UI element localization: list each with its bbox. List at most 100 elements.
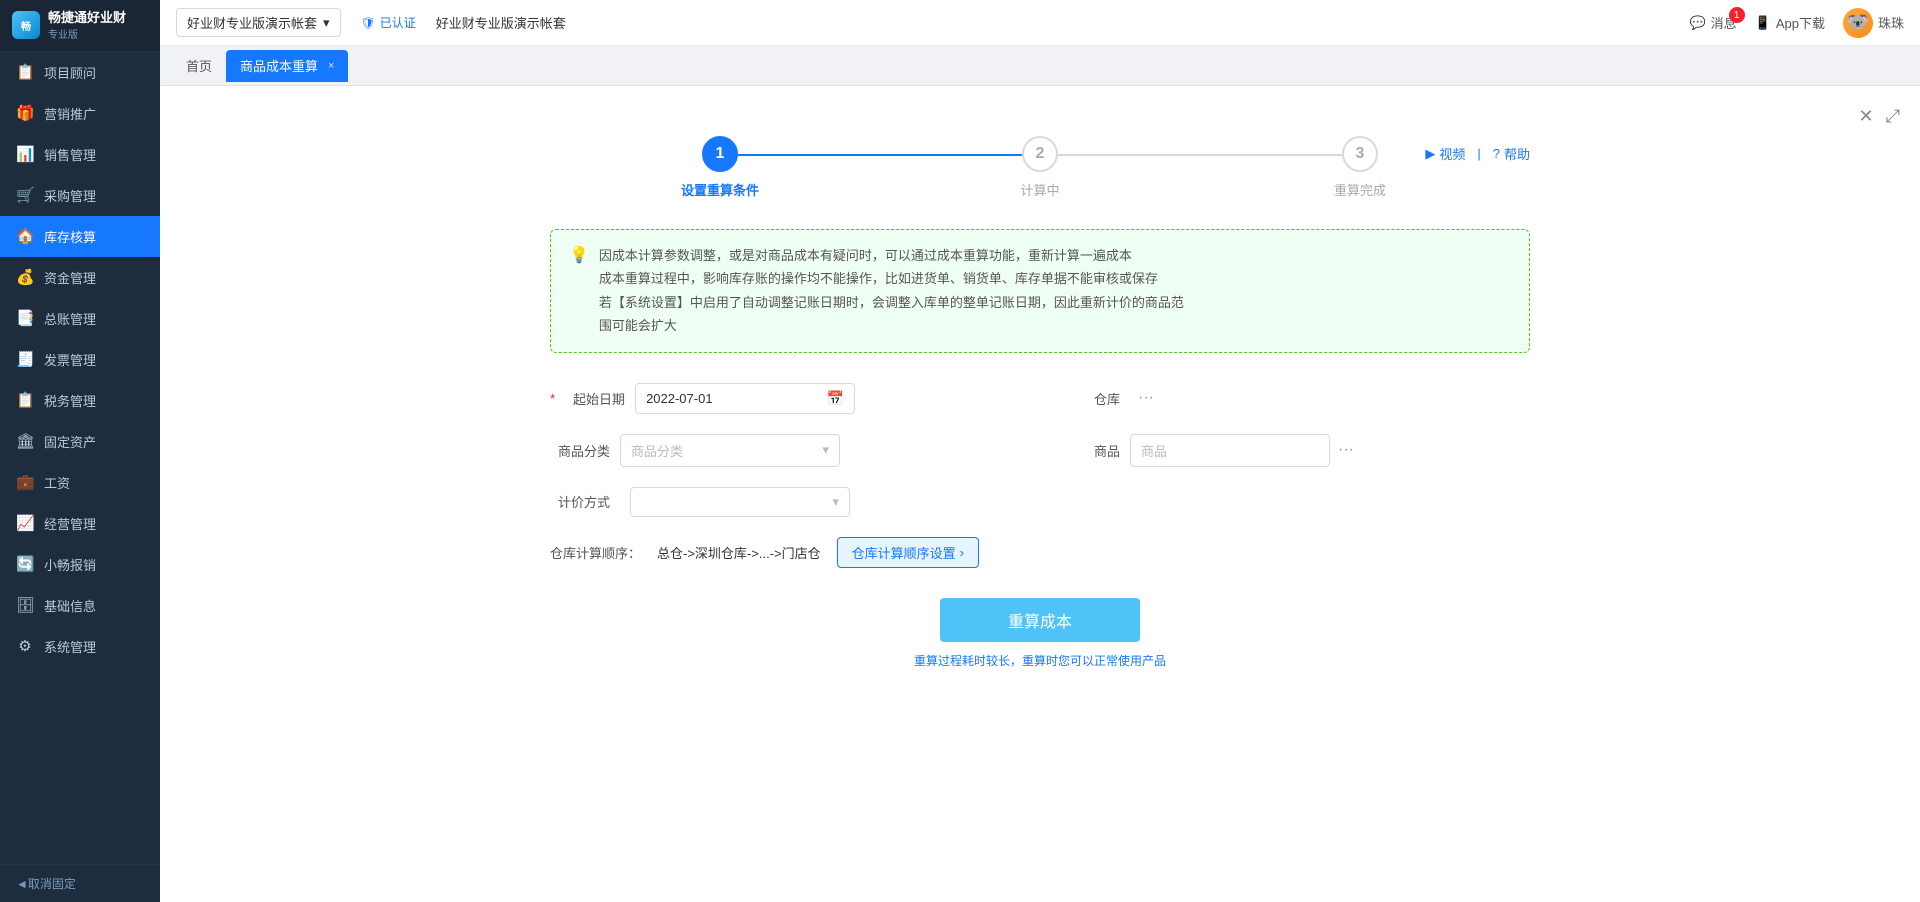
- app-download-label: App下载: [1776, 13, 1825, 32]
- sidebar-item-label: 资金管理: [44, 268, 96, 287]
- play-icon: ▶: [1425, 146, 1435, 162]
- tab-cost-recalc[interactable]: 商品成本重算 ×: [226, 50, 348, 82]
- sidebar-nav: 📋 项目顾问 🎁 营销推广 📊 销售管理 🛒 采购管理 🏠 库存核算 💰 资金管…: [0, 52, 160, 864]
- tab-home[interactable]: 首页: [172, 50, 226, 82]
- sidebar-item-label: 采购管理: [44, 186, 96, 205]
- product-input[interactable]: 商品: [1130, 434, 1330, 467]
- account-selector[interactable]: 好业财专业版演示帐套 ▾: [176, 8, 341, 37]
- system-icon: ⚙: [16, 637, 34, 655]
- user-menu[interactable]: 🐨 珠珠: [1843, 8, 1904, 38]
- app-subtitle: 专业版: [48, 26, 126, 41]
- product-label: 商品: [1060, 441, 1120, 460]
- help-label: 帮助: [1504, 144, 1530, 163]
- help-icon: ?: [1493, 146, 1500, 161]
- warehouse-order-value: 总仓->深圳仓库->...->门店仓: [657, 543, 821, 562]
- category-select[interactable]: 商品分类 ▾: [620, 434, 840, 467]
- assets-icon: 🏛: [16, 432, 34, 450]
- tab-close-icon[interactable]: ×: [328, 60, 334, 72]
- sidebar-item-finance[interactable]: 💰 资金管理: [0, 257, 160, 298]
- company-name: 好业财专业版演示帐套: [436, 13, 566, 32]
- sidebar-item-sales[interactable]: 📊 销售管理: [0, 134, 160, 175]
- app-logo: 畅: [12, 11, 40, 39]
- sidebar-item-label: 项目顾问: [44, 63, 96, 82]
- calendar-icon: 📅: [827, 390, 844, 407]
- sidebar-item-label: 工资: [44, 473, 70, 492]
- product-field: 商品 商品 ···: [1060, 434, 1530, 467]
- product-dots-button[interactable]: ···: [1330, 437, 1362, 463]
- marketing-icon: 🎁: [16, 104, 34, 122]
- recalculate-button[interactable]: 重算成本: [940, 598, 1140, 642]
- sidebar-item-purchase[interactable]: 🛒 采购管理: [0, 175, 160, 216]
- sidebar-item-assets[interactable]: 🏛 固定资产: [0, 421, 160, 462]
- info-line3: 若【系统设置】中启用了自动调整记账日期时，会调整入库单的整单记账日期，因此重新计…: [599, 291, 1184, 314]
- app-download-button[interactable]: 📱 App下载: [1755, 13, 1825, 32]
- project-icon: 📋: [16, 63, 34, 81]
- operation-icon: 📈: [16, 514, 34, 532]
- accounting-icon: 📑: [16, 309, 34, 327]
- inventory-icon: 🏠: [16, 227, 34, 245]
- sidebar-item-label: 系统管理: [44, 637, 96, 656]
- form-row-1: * 起始日期 2022-07-01 📅 仓库 ···: [550, 383, 1530, 414]
- sidebar-item-expense[interactable]: 🔄 小畅报销: [0, 544, 160, 585]
- finance-icon: 💰: [16, 268, 34, 286]
- user-name: 珠珠: [1878, 13, 1904, 32]
- sidebar-item-basic[interactable]: 🗄 基础信息: [0, 585, 160, 626]
- close-page-button[interactable]: ✕: [1855, 102, 1878, 131]
- unpin-button[interactable]: ◄取消固定: [0, 864, 160, 902]
- recalculate-section: 重算成本 重算过程耗时较长，重算时您可以正常使用产品: [550, 598, 1530, 669]
- sidebar-item-label: 销售管理: [44, 145, 96, 164]
- tab-home-label: 首页: [186, 56, 212, 75]
- avatar: 🐨: [1843, 8, 1873, 38]
- message-button[interactable]: 💬 消息 1: [1689, 13, 1736, 32]
- sidebar-item-salary[interactable]: 💼 工资: [0, 462, 160, 503]
- warehouse-setting-button[interactable]: 仓库计算顺序设置 ›: [837, 537, 979, 568]
- tax-icon: 📋: [16, 391, 34, 409]
- warehouse-setting-label: 仓库计算顺序设置: [852, 543, 956, 562]
- warehouse-order-row: 仓库计算顺序： 总仓->深圳仓库->...->门店仓 仓库计算顺序设置 ›: [550, 537, 1530, 568]
- sidebar-item-label: 发票管理: [44, 350, 96, 369]
- sidebar-item-label: 营销推广: [44, 104, 96, 123]
- start-date-input[interactable]: 2022-07-01 📅: [635, 383, 855, 414]
- page-actions: ✕ ⤢: [1855, 102, 1905, 131]
- start-date-label: 起始日期: [565, 389, 625, 408]
- video-link[interactable]: ▶ 视频: [1425, 144, 1465, 163]
- form-row-2: 商品分类 商品分类 ▾ 商品 商品 ···: [550, 434, 1530, 467]
- warehouse-order-label: 仓库计算顺序：: [550, 543, 641, 562]
- form-section: * 起始日期 2022-07-01 📅 仓库 ···: [550, 383, 1530, 568]
- sidebar-item-operation[interactable]: 📈 经营管理: [0, 503, 160, 544]
- sidebar-item-project[interactable]: 📋 项目顾问: [0, 52, 160, 93]
- sidebar-item-label: 小畅报销: [44, 555, 96, 574]
- sidebar-item-label: 税务管理: [44, 391, 96, 410]
- tab-cost-label: 商品成本重算: [240, 56, 318, 75]
- video-label: 视频: [1439, 144, 1465, 163]
- sidebar-item-marketing[interactable]: 🎁 营销推广: [0, 93, 160, 134]
- tabbar: 首页 商品成本重算 ×: [160, 46, 1920, 86]
- info-text: 因成本计算参数调整，或是对商品成本有疑问时，可以通过成本重算功能，重新计算一遍成…: [599, 244, 1184, 338]
- pricing-label: 计价方式: [550, 492, 610, 511]
- step-2-label: 计算中: [1020, 180, 1059, 199]
- chevron-down-icon: ▾: [323, 15, 330, 31]
- sidebar-item-tax[interactable]: 📋 税务管理: [0, 380, 160, 421]
- help-link[interactable]: ? 帮助: [1493, 144, 1530, 163]
- page-area: ✕ ⤢ 1 设置重算条件 2 计算中: [160, 86, 1920, 902]
- step-1-circle: 1: [702, 136, 738, 172]
- step-1: 1 设置重算条件: [560, 136, 880, 199]
- unpin-label: ◄取消固定: [16, 875, 76, 892]
- warehouse-label: 仓库: [1060, 389, 1120, 408]
- sidebar-item-accounting[interactable]: 📑 总账管理: [0, 298, 160, 339]
- invoice-icon: 🧾: [16, 350, 34, 368]
- warehouse-input[interactable]: ···: [1130, 385, 1162, 411]
- pricing-select[interactable]: ▾: [630, 487, 850, 517]
- sales-icon: 📊: [16, 145, 34, 163]
- sidebar-item-system[interactable]: ⚙ 系统管理: [0, 626, 160, 667]
- info-line1: 因成本计算参数调整，或是对商品成本有疑问时，可以通过成本重算功能，重新计算一遍成…: [599, 244, 1184, 267]
- help-links: ▶ 视频 | ? 帮助: [1425, 144, 1530, 163]
- salary-icon: 💼: [16, 473, 34, 491]
- purchase-icon: 🛒: [16, 186, 34, 204]
- sidebar-item-inventory[interactable]: 🏠 库存核算: [0, 216, 160, 257]
- expand-page-button[interactable]: ⤢: [1882, 102, 1904, 131]
- sidebar-item-label: 基础信息: [44, 596, 96, 615]
- topbar-right: 💬 消息 1 📱 App下载 🐨 珠珠: [1689, 8, 1904, 38]
- sidebar-item-invoice[interactable]: 🧾 发票管理: [0, 339, 160, 380]
- chevron-down-icon: ▾: [822, 442, 829, 458]
